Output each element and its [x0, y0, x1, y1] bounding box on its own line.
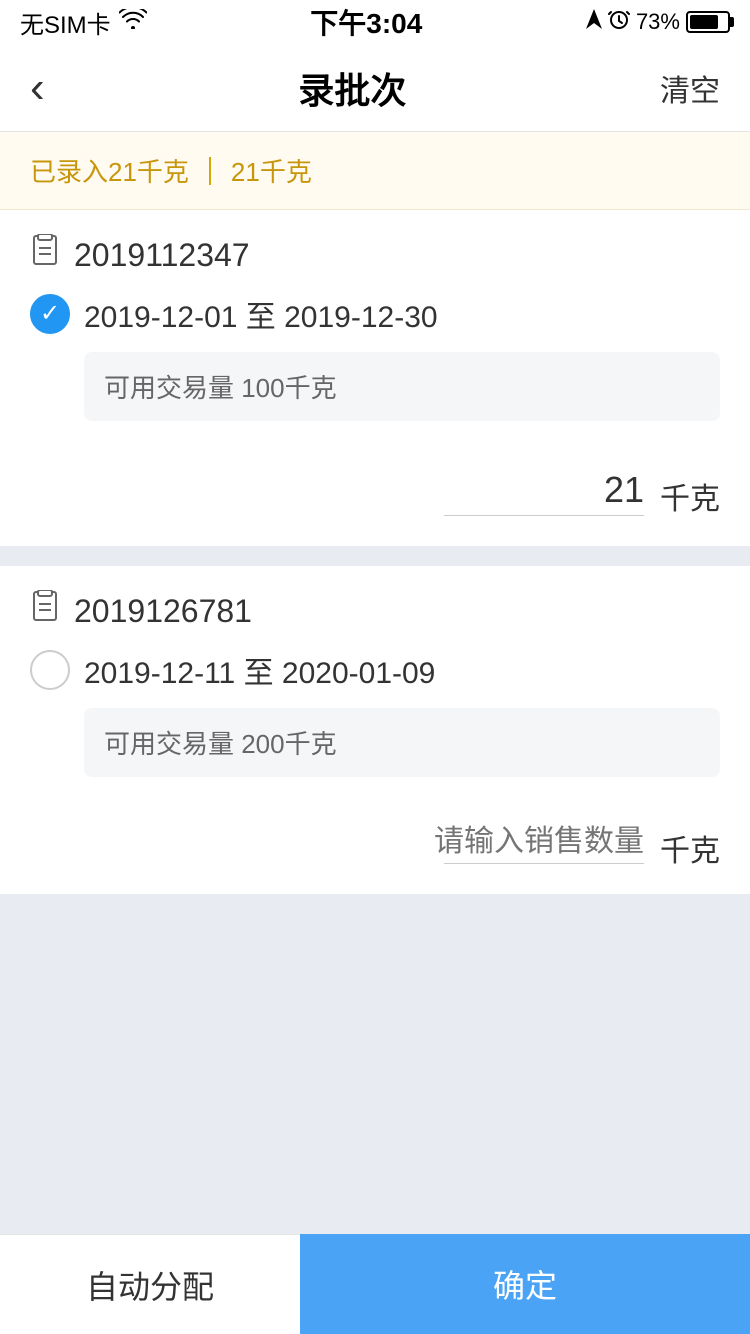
quantity-underline-2 [444, 863, 644, 864]
status-time: 下午3:04 [310, 2, 422, 42]
info-banner: 已录入21千克 21千克 [0, 132, 750, 210]
sim-text: 无SIM卡 [20, 5, 111, 40]
wifi-icon [119, 8, 147, 36]
check-icon-1: ✓ [40, 302, 60, 326]
quantity-row-1: 千克 [0, 445, 750, 546]
batch-id-row-2: 2019126781 [30, 590, 720, 632]
status-bar: 无SIM卡 下午3:04 73% [0, 0, 750, 44]
batch-id-text-2: 2019126781 [74, 593, 252, 630]
clear-button[interactable]: 清空 [660, 66, 720, 110]
batch-date-1: 2019-12-01 至 2019-12-30 [84, 292, 438, 336]
batch-date-row-2[interactable]: 2019-12-11 至 2020-01-09 [30, 648, 720, 692]
status-right: 73% [586, 8, 730, 36]
batch-date-2: 2019-12-11 至 2020-01-09 [84, 648, 435, 692]
battery-percent: 73% [636, 9, 680, 35]
quantity-unit-2: 千克 [660, 826, 720, 870]
quantity-input-1[interactable] [179, 469, 644, 511]
page-title: 录批次 [298, 62, 406, 114]
empty-area [0, 894, 750, 1274]
banner-divider [209, 157, 211, 185]
quantity-row-2: 千克 [0, 801, 750, 894]
back-button[interactable]: ‹ [30, 63, 45, 113]
batch-avail-1: 可用交易量 100千克 [84, 352, 720, 421]
batch-id-row-1: 2019112347 [30, 234, 720, 276]
batch-id-icon-2 [30, 590, 64, 632]
quantity-container-1 [179, 469, 644, 522]
batch-card-2: 2019126781 2019-12-11 至 2020-01-09 可用交易量… [0, 566, 750, 801]
batch-date-row-1[interactable]: ✓ 2019-12-01 至 2019-12-30 [30, 292, 720, 336]
quantity-container-2 [258, 825, 644, 870]
bottom-bar: 自动分配 确定 [0, 1234, 750, 1334]
confirm-button[interactable]: 确定 [300, 1234, 750, 1334]
radio-2[interactable] [30, 650, 70, 690]
recorded-label: 已录入21千克 [30, 152, 189, 189]
batch-id-icon-1 [30, 234, 64, 276]
auto-distribute-button[interactable]: 自动分配 [0, 1234, 300, 1334]
quantity-unit-1: 千克 [660, 474, 720, 518]
location-icon [586, 9, 602, 35]
quantity-input-2[interactable] [258, 825, 644, 859]
section-divider [0, 546, 750, 566]
battery-icon [686, 11, 730, 33]
alarm-icon [608, 8, 630, 36]
batch-avail-2: 可用交易量 200千克 [84, 708, 720, 777]
recorded-value: 21千克 [231, 152, 312, 189]
radio-1[interactable]: ✓ [30, 294, 70, 334]
quantity-underline-1 [444, 515, 644, 516]
batch-card-1: 2019112347 ✓ 2019-12-01 至 2019-12-30 可用交… [0, 210, 750, 445]
status-left: 无SIM卡 [20, 5, 147, 40]
nav-bar: ‹ 录批次 清空 [0, 44, 750, 132]
batch-id-text-1: 2019112347 [74, 237, 250, 274]
